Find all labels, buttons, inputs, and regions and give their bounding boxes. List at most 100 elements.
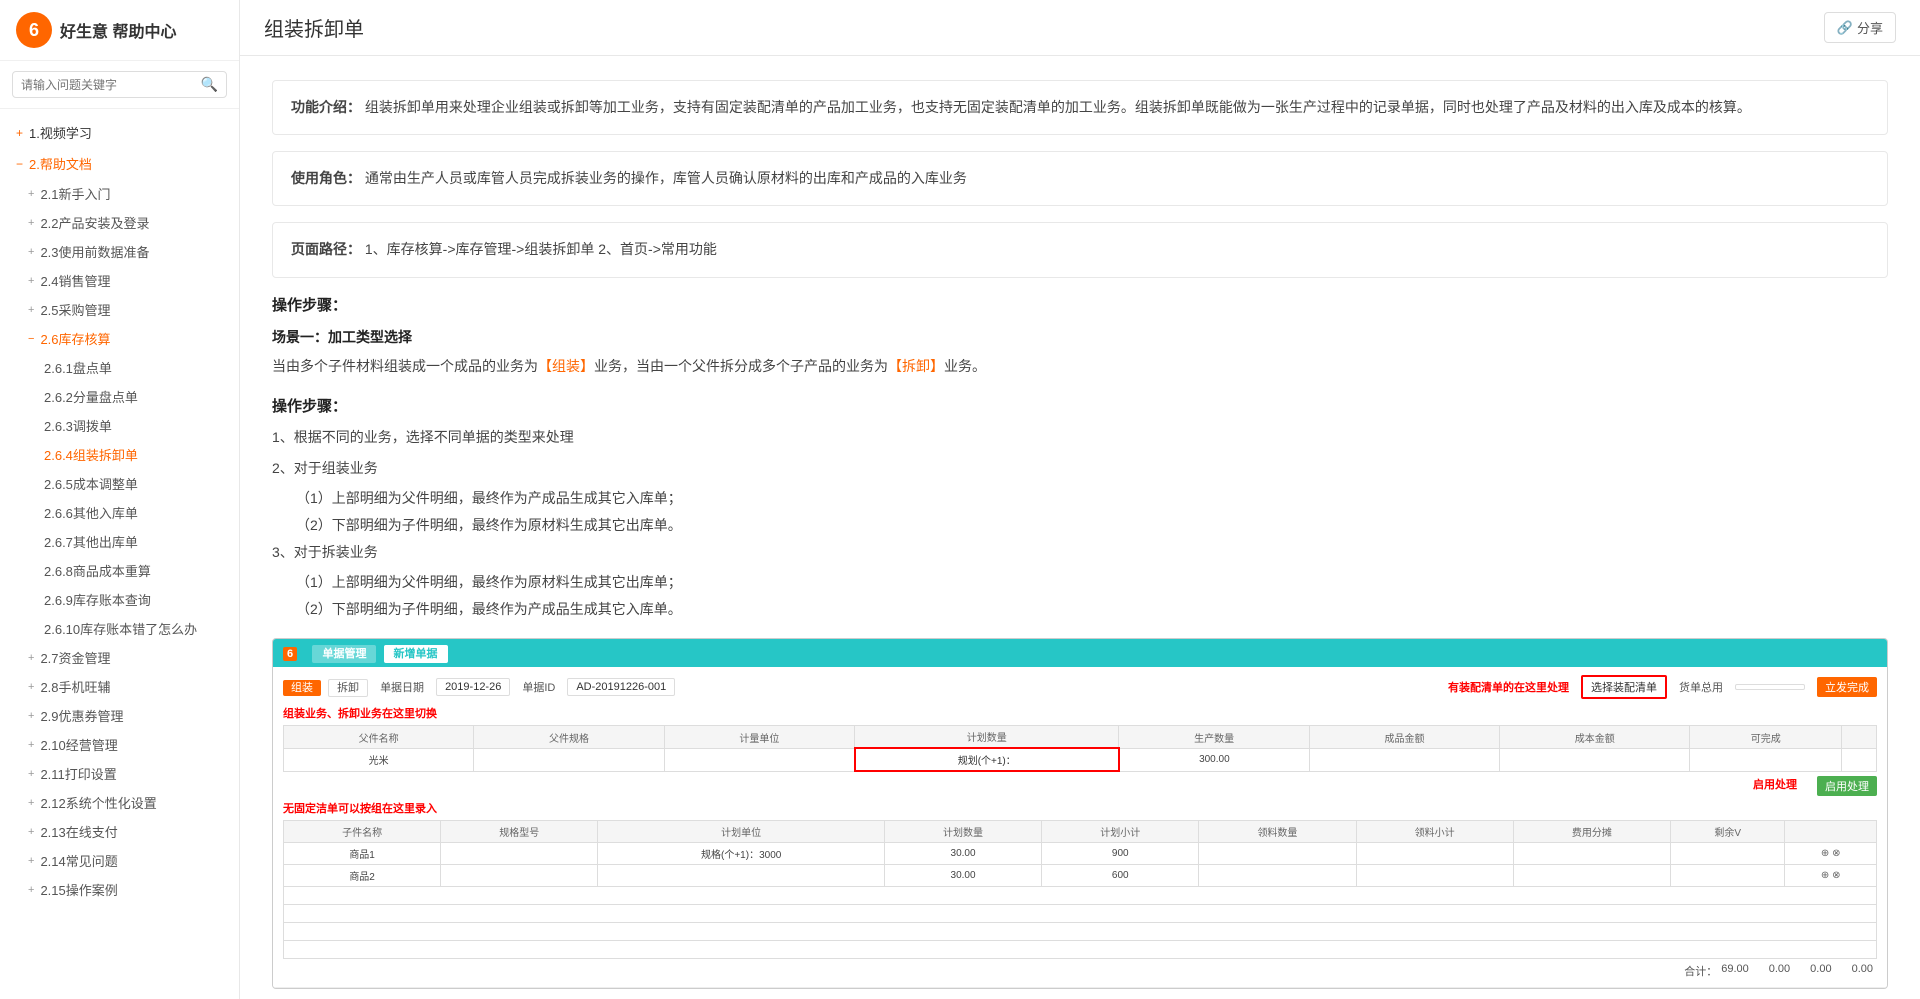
parent-plan-qty: 规划(个+1)： bbox=[855, 748, 1119, 771]
share-button[interactable]: 🔗 分享 bbox=[1824, 12, 1896, 43]
nav-section-2: − 2.帮助文档 + 2.1新手入门 + 2.2产品安装及登录 + 2.3使用前… bbox=[0, 148, 239, 904]
search-input[interactable] bbox=[21, 78, 201, 92]
mockup-confirm-btn[interactable]: 立发完成 bbox=[1817, 677, 1877, 697]
sidebar-item-finance[interactable]: + 2.7资金管理 bbox=[0, 643, 239, 672]
table-row bbox=[284, 887, 1877, 905]
sidebar-item-mobile[interactable]: + 2.8手机旺辅 bbox=[0, 672, 239, 701]
sidebar-leaf-263[interactable]: 2.6.3调拨单 bbox=[0, 411, 239, 440]
footer-val2: 0.00 bbox=[1769, 963, 1790, 979]
table-row: 商品2 30.00 600 ⊕ ⊗ bbox=[284, 865, 1877, 887]
mockup-sub-table: 子件名称 规格型号 计划单位 计划数量 计划小计 领料数量 领料小计 费用分摊 … bbox=[283, 820, 1877, 959]
mockup-field-input[interactable] bbox=[1735, 684, 1805, 690]
sidebar-item-data-prep[interactable]: + 2.3使用前数据准备 bbox=[0, 237, 239, 266]
role-block: 使用角色： 通常由生产人员或库管人员完成拆装业务的操作，库管人员确认原材料的出库… bbox=[272, 151, 1888, 206]
path-block: 页面路径： 1、库存核算->库存管理->组装拆卸单 2、首页->常用功能 bbox=[272, 222, 1888, 277]
mockup-col-action bbox=[1841, 726, 1876, 749]
content-area: 功能介绍： 组装拆卸单用来处理企业组装或拆卸等加工业务，支持有固定装配清单的产品… bbox=[240, 56, 1920, 999]
sidebar-leaf-264[interactable]: 2.6.4组装拆卸单 bbox=[0, 440, 239, 469]
mockup-footer: 合计： 69.00 0.00 0.00 0.00 bbox=[283, 963, 1877, 979]
step3: 3、对于拆装业务 bbox=[272, 539, 1888, 566]
intro-label: 功能介绍： bbox=[291, 99, 361, 115]
sidebar-leaf-265[interactable]: 2.6.5成本调整单 bbox=[0, 469, 239, 498]
sidebar-item-help-docs[interactable]: − 2.帮助文档 bbox=[0, 148, 239, 179]
mockup-process-btn[interactable]: 启用处理 bbox=[1817, 776, 1877, 796]
mockup-window-header: 6 单据管理 新增单据 bbox=[273, 639, 1887, 667]
sidebar-item-sales[interactable]: + 2.4销售管理 bbox=[0, 266, 239, 295]
share-icon: 🔗 bbox=[1837, 20, 1853, 36]
sidebar-item-purchase[interactable]: + 2.5采购管理 bbox=[0, 295, 239, 324]
sidebar-leaf-266[interactable]: 2.6.6其他入库单 bbox=[0, 498, 239, 527]
sidebar-item-install[interactable]: + 2.2产品安装及登录 bbox=[0, 208, 239, 237]
mockup-col-plan-qty: 计划数量 bbox=[855, 726, 1119, 749]
mockup-col-parent-name: 父件名称 bbox=[284, 726, 474, 749]
step2-sub1: （1）上部明细为父件明细，最终作为产成品生成其它入库单； bbox=[272, 485, 1888, 512]
highlight-assembly: 【组装】 bbox=[538, 358, 594, 374]
intro-text: 组装拆卸单用来处理企业组装或拆卸等加工业务，支持有固定装配清单的产品加工业务，也… bbox=[365, 99, 1751, 115]
mockup-type-disassembly[interactable]: 拆卸 bbox=[328, 679, 368, 697]
sidebar-leaf-269[interactable]: 2.6.9库存账本查询 bbox=[0, 585, 239, 614]
search-box: 🔍 bbox=[12, 71, 227, 98]
mockup-parent-table: 父件名称 父件规格 计量单位 计划数量 生产数量 成品金额 成本金额 可完成 bbox=[283, 725, 1877, 772]
sidebar-leaf-268[interactable]: 2.6.8商品成本重算 bbox=[0, 556, 239, 585]
logo-area: 6 好生意 帮助中心 bbox=[0, 0, 239, 61]
nav-tree: + 1.视频学习 − 2.帮助文档 + 2.1新手入门 + 2.2产品安装及登录 bbox=[0, 109, 239, 999]
mockup-col-parent-spec: 父件规格 bbox=[474, 726, 664, 749]
sub-col-cost-share: 费用分摊 bbox=[1513, 821, 1670, 843]
page-title: 组装拆卸单 bbox=[264, 13, 364, 42]
mockup-tab-new[interactable]: 新增单据 bbox=[384, 645, 448, 663]
sidebar-item-coupon[interactable]: + 2.9优惠券管理 bbox=[0, 701, 239, 730]
parent-prod-qty: 300.00 bbox=[1119, 748, 1309, 771]
mockup-process-label: 启用处理 bbox=[1753, 776, 1797, 796]
scene1-desc: 当由多个子件材料组装成一个成品的业务为【组装】业务，当由一个父件拆分成多个子产品… bbox=[272, 353, 1888, 380]
mockup-tab-manage[interactable]: 单据管理 bbox=[312, 645, 376, 663]
steps-heading: 操作步骤： bbox=[272, 395, 1888, 416]
parent-completable bbox=[1690, 748, 1842, 771]
mockup-col-completable: 可完成 bbox=[1690, 726, 1842, 749]
sidebar-leaf-2610[interactable]: 2.6.10库存账本错了怎么办 bbox=[0, 614, 239, 643]
parent-action bbox=[1841, 748, 1876, 771]
scene1-heading: 场景一：加工类型选择 bbox=[272, 327, 1888, 347]
sub-col-name: 子件名称 bbox=[284, 821, 441, 843]
mockup-process-row: 启用处理 启用处理 bbox=[283, 776, 1877, 796]
sub-col-pick-qty: 领料数量 bbox=[1199, 821, 1356, 843]
sidebar-leaf-262[interactable]: 2.6.2分量盘点单 bbox=[0, 382, 239, 411]
search-icon[interactable]: 🔍 bbox=[201, 76, 218, 93]
sidebar-leaf-267[interactable]: 2.6.7其他出库单 bbox=[0, 527, 239, 556]
sidebar-item-print[interactable]: + 2.11打印设置 bbox=[0, 759, 239, 788]
table-row bbox=[284, 923, 1877, 941]
sidebar-item-faq[interactable]: + 2.14常见问题 bbox=[0, 846, 239, 875]
sub-col-op bbox=[1785, 821, 1877, 843]
sidebar-item-beginner[interactable]: + 2.1新手入门 bbox=[0, 179, 239, 208]
footer-total-label: 合计： bbox=[1684, 963, 1717, 979]
mockup-type-assembly[interactable]: 组装 bbox=[283, 680, 321, 696]
app-name: 好生意 帮助中心 bbox=[60, 18, 176, 42]
sidebar-item-cases[interactable]: + 2.15操作案例 bbox=[0, 875, 239, 904]
sidebar-leaf-261[interactable]: 2.6.1盘点单 bbox=[0, 353, 239, 382]
logo-icon: 6 bbox=[16, 12, 52, 48]
screenshot-mockup: 6 单据管理 新增单据 组装 拆卸 单据日期 2 bbox=[272, 638, 1888, 989]
sidebar-item-payment[interactable]: + 2.13在线支付 bbox=[0, 817, 239, 846]
mockup-col-cost-amt: 成本金额 bbox=[1500, 726, 1690, 749]
mockup-logo-small: 6 bbox=[283, 646, 300, 660]
sidebar-item-inventory[interactable]: − 2.6库存核算 bbox=[0, 324, 239, 353]
step3-sub1: （1）上部明细为父件明细，最终作为原材料生成其它出库单； bbox=[272, 569, 1888, 596]
step1: 1、根据不同的业务，选择不同单据的类型来处理 bbox=[272, 424, 1888, 451]
intro-block: 功能介绍： 组装拆卸单用来处理企业组装或拆卸等加工业务，支持有固定装配清单的产品… bbox=[272, 80, 1888, 135]
mockup-notice-text: 有装配清单的在这里处理 bbox=[1448, 679, 1569, 695]
parent-spec bbox=[474, 748, 664, 771]
table-row: 商品1 规格(个+1)：3000 30.00 900 ⊕ ⊗ bbox=[284, 843, 1877, 865]
sidebar: 6 好生意 帮助中心 🔍 + 1.视频学习 − 2.帮助文档 + bbox=[0, 0, 240, 999]
sidebar-item-video[interactable]: + 1.视频学习 bbox=[0, 117, 239, 148]
parent-name: 光米 bbox=[284, 748, 474, 771]
minus-icon: − bbox=[16, 157, 23, 171]
mockup-select-assembly-btn[interactable]: 选择装配清单 bbox=[1581, 675, 1667, 699]
sidebar-item-settings[interactable]: + 2.12系统个性化设置 bbox=[0, 788, 239, 817]
path-label: 页面路径： bbox=[291, 241, 361, 257]
mockup-tabs: 单据管理 新增单据 bbox=[312, 648, 447, 660]
sidebar-item-operations[interactable]: + 2.10经营管理 bbox=[0, 730, 239, 759]
mockup-inner: 6 单据管理 新增单据 组装 拆卸 单据日期 2 bbox=[273, 639, 1887, 988]
mockup-col-unit: 计量单位 bbox=[664, 726, 854, 749]
parent-product-amt bbox=[1309, 748, 1499, 771]
mockup-form-row-1: 组装 拆卸 单据日期 2019-12-26 单据ID AD-20191226-0… bbox=[283, 675, 1877, 699]
sub-col-plan-qty: 计划数量 bbox=[884, 821, 1041, 843]
